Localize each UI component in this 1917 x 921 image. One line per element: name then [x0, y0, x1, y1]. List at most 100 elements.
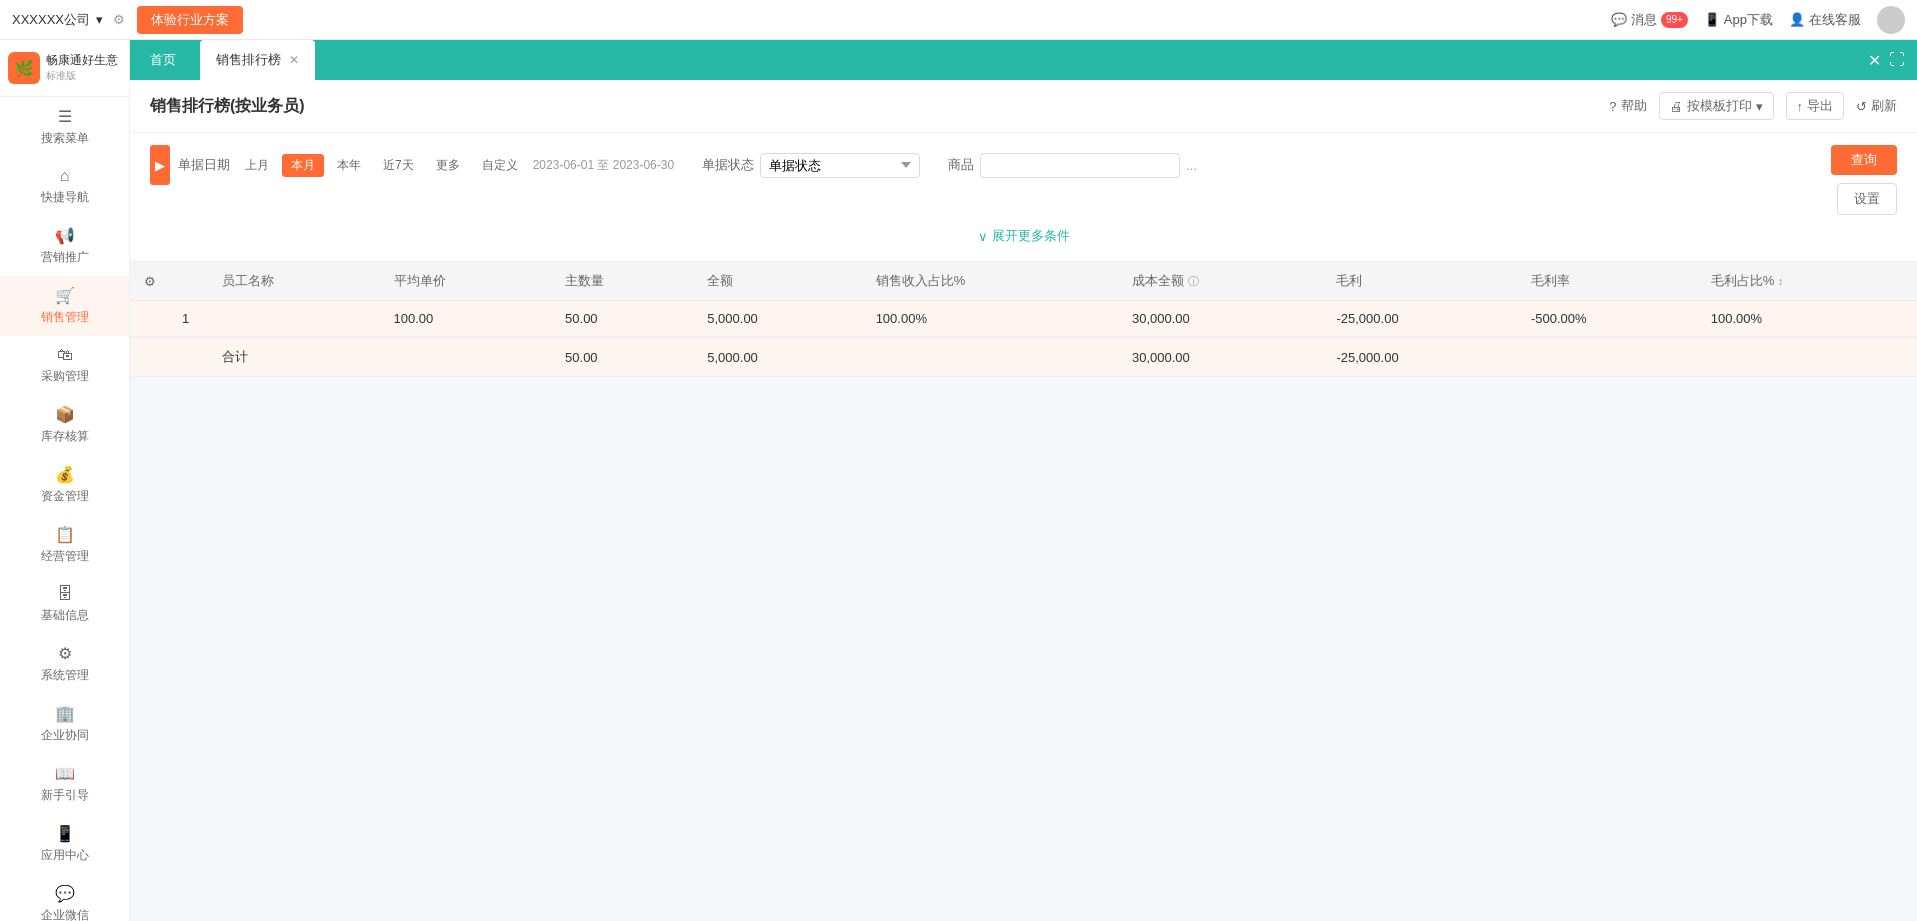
footer-profit-rate — [1519, 337, 1699, 377]
sidebar-item-search[interactable]: ☰ 搜索菜单 — [0, 97, 129, 157]
table-settings-icon[interactable]: ⚙ — [144, 274, 156, 289]
online-service-button[interactable]: 👤 在线客服 — [1789, 11, 1861, 29]
sidebar-item-apps[interactable]: 📱 应用中心 — [0, 814, 129, 874]
print-icon: 🖨 — [1670, 99, 1683, 114]
query-area: 查询 设置 — [1831, 145, 1897, 215]
status-select[interactable]: 单据状态 — [760, 153, 920, 178]
footer-profit-pct — [1699, 337, 1917, 377]
row-sales-pct: 100.00% — [864, 301, 1120, 338]
cost-info-icon[interactable]: ⓘ — [1188, 275, 1199, 287]
sales-icon: 🛒 — [55, 286, 75, 305]
profit-pct-info-icon[interactable]: ↕ — [1778, 275, 1784, 287]
export-label: 导出 — [1807, 97, 1833, 115]
sidebar-item-inventory[interactable]: 📦 库存核算 — [0, 395, 129, 455]
sidebar-item-marketing[interactable]: 📢 营销推广 — [0, 216, 129, 276]
logo-title: 畅康通好生意 — [46, 53, 118, 69]
col-settings[interactable]: ⚙ — [130, 262, 170, 301]
sidebar-item-label: 新手引导 — [41, 787, 89, 804]
tabbar: 首页 销售排行榜 ✕ ✕ ⛶ — [130, 40, 1917, 80]
sidebar-item-label: 销售管理 — [41, 309, 89, 326]
row-profit: -25,000.00 — [1324, 301, 1518, 338]
export-button[interactable]: ↑ 导出 — [1786, 92, 1845, 120]
expand-more-button[interactable]: ∨ 展开更多条件 — [978, 223, 1070, 249]
row-profit-rate: -500.00% — [1519, 301, 1699, 338]
chevron-down-icon: ▾ — [96, 12, 103, 27]
tab-close-all-icon[interactable]: ✕ — [1868, 51, 1881, 70]
table-row: 1 100.00 50.00 5,000.00 100.00% 30,000.0… — [130, 301, 1917, 338]
date-btn-7days[interactable]: 近7天 — [374, 154, 423, 177]
help-icon: ? — [1609, 99, 1616, 114]
query-button[interactable]: 查询 — [1831, 145, 1897, 175]
logo-text: 畅康通好生意 标准版 — [46, 53, 118, 83]
sidebar-item-wechat[interactable]: 💬 企业微信 — [0, 874, 129, 921]
basicinfo-icon: 🗄 — [57, 585, 73, 603]
company-selector[interactable]: XXXXXX公司 ▾ ⚙ — [12, 11, 125, 29]
row-cost: 30,000.00 — [1120, 301, 1325, 338]
sidebar-item-basicinfo[interactable]: 🗄 基础信息 — [0, 575, 129, 634]
app-download-button[interactable]: 📱 App下载 — [1704, 11, 1773, 29]
settings-icon[interactable]: ⚙ — [113, 12, 125, 27]
sidebar-item-sales[interactable]: 🛒 销售管理 — [0, 276, 129, 336]
col-profit: 毛利 — [1324, 262, 1518, 301]
filter-expand-icon[interactable]: ▶ — [150, 145, 170, 185]
settings-button[interactable]: 设置 — [1837, 183, 1897, 215]
sidebar-item-shortcut[interactable]: ⌂ 快捷导航 — [0, 157, 129, 216]
purchase-icon: 🛍 — [57, 346, 73, 364]
sidebar-item-collab[interactable]: 🏢 企业协同 — [0, 694, 129, 754]
date-label: 单据日期 — [178, 156, 230, 174]
sidebar-logo: 🌿 畅康通好生意 标准版 — [0, 40, 129, 97]
sidebar-item-label: 资金管理 — [41, 488, 89, 505]
date-btn-this-year[interactable]: 本年 — [328, 154, 370, 177]
print-button[interactable]: 🖨 按模板打印 ▾ — [1659, 92, 1774, 120]
help-button[interactable]: ? 帮助 — [1609, 97, 1646, 115]
date-btn-more[interactable]: 更多 — [427, 154, 469, 177]
topbar: XXXXXX公司 ▾ ⚙ 体验行业方案 💬 消息 99+ 📱 App下载 👤 在… — [0, 0, 1917, 40]
sidebar-item-finance[interactable]: 💰 资金管理 — [0, 455, 129, 515]
row-rank: 1 — [170, 301, 210, 338]
trial-button[interactable]: 体验行业方案 — [137, 6, 243, 34]
sidebar: 🌿 畅康通好生意 标准版 ☰ 搜索菜单 ⌂ 快捷导航 📢 营销推广 🛒 销售管理… — [0, 40, 130, 921]
date-btn-last-month[interactable]: 上月 — [236, 154, 278, 177]
date-range-display: 2023-06-01 至 2023-06-30 — [533, 157, 674, 174]
tab-expand-icon[interactable]: ⛶ — [1889, 51, 1905, 69]
tab-sales-ranking[interactable]: 销售排行榜 ✕ — [200, 40, 315, 80]
service-icon: 👤 — [1789, 12, 1805, 27]
messages-button[interactable]: 💬 消息 99+ — [1611, 11, 1688, 29]
col-cost: 成本全额 ⓘ — [1120, 262, 1325, 301]
row-profit-pct: 100.00% — [1699, 301, 1917, 338]
refresh-button[interactable]: ↺ 刷新 — [1856, 97, 1897, 115]
page-header: 销售排行榜(按业务员) ? 帮助 🖨 按模板打印 ▾ ↑ 导出 — [130, 80, 1917, 133]
footer-empty2 — [170, 337, 210, 377]
tab-close-icon[interactable]: ✕ — [289, 53, 299, 67]
service-label: 在线客服 — [1809, 11, 1861, 29]
row-settings-cell — [130, 301, 170, 338]
date-btn-custom[interactable]: 自定义 — [473, 154, 527, 177]
operations-icon: 📋 — [55, 525, 75, 544]
sidebar-item-guide[interactable]: 📖 新手引导 — [0, 754, 129, 814]
sidebar-item-label: 企业微信 — [41, 907, 89, 921]
row-name — [210, 301, 382, 338]
date-btn-this-month[interactable]: 本月 — [282, 154, 324, 177]
col-cost-label: 成本全额 — [1132, 273, 1184, 288]
main-layout: 🌿 畅康通好生意 标准版 ☰ 搜索菜单 ⌂ 快捷导航 📢 营销推广 🛒 销售管理… — [0, 40, 1917, 921]
sidebar-item-operations[interactable]: 📋 经营管理 — [0, 515, 129, 575]
sidebar-item-label: 基础信息 — [41, 607, 89, 624]
sidebar-item-label: 采购管理 — [41, 368, 89, 385]
goods-input[interactable] — [980, 153, 1180, 178]
footer-avg-price — [382, 337, 554, 377]
footer-qty: 50.00 — [553, 337, 695, 377]
sidebar-item-system[interactable]: ⚙ 系统管理 — [0, 634, 129, 694]
tab-home[interactable]: 首页 — [130, 40, 196, 80]
collab-icon: 🏢 — [55, 704, 75, 723]
col-name: 员工名称 — [210, 262, 382, 301]
col-sales-pct: 销售收入占比% — [864, 262, 1120, 301]
finance-icon: 💰 — [55, 465, 75, 484]
sidebar-item-purchase[interactable]: 🛍 采购管理 — [0, 336, 129, 395]
status-label: 单据状态 — [702, 156, 754, 174]
page-title: 销售排行榜(按业务员) — [150, 96, 305, 117]
guide-icon: 📖 — [55, 764, 75, 783]
sidebar-item-label: 库存核算 — [41, 428, 89, 445]
avatar[interactable] — [1877, 6, 1905, 34]
col-profit-rate: 毛利率 — [1519, 262, 1699, 301]
sidebar-item-label: 营销推广 — [41, 249, 89, 266]
